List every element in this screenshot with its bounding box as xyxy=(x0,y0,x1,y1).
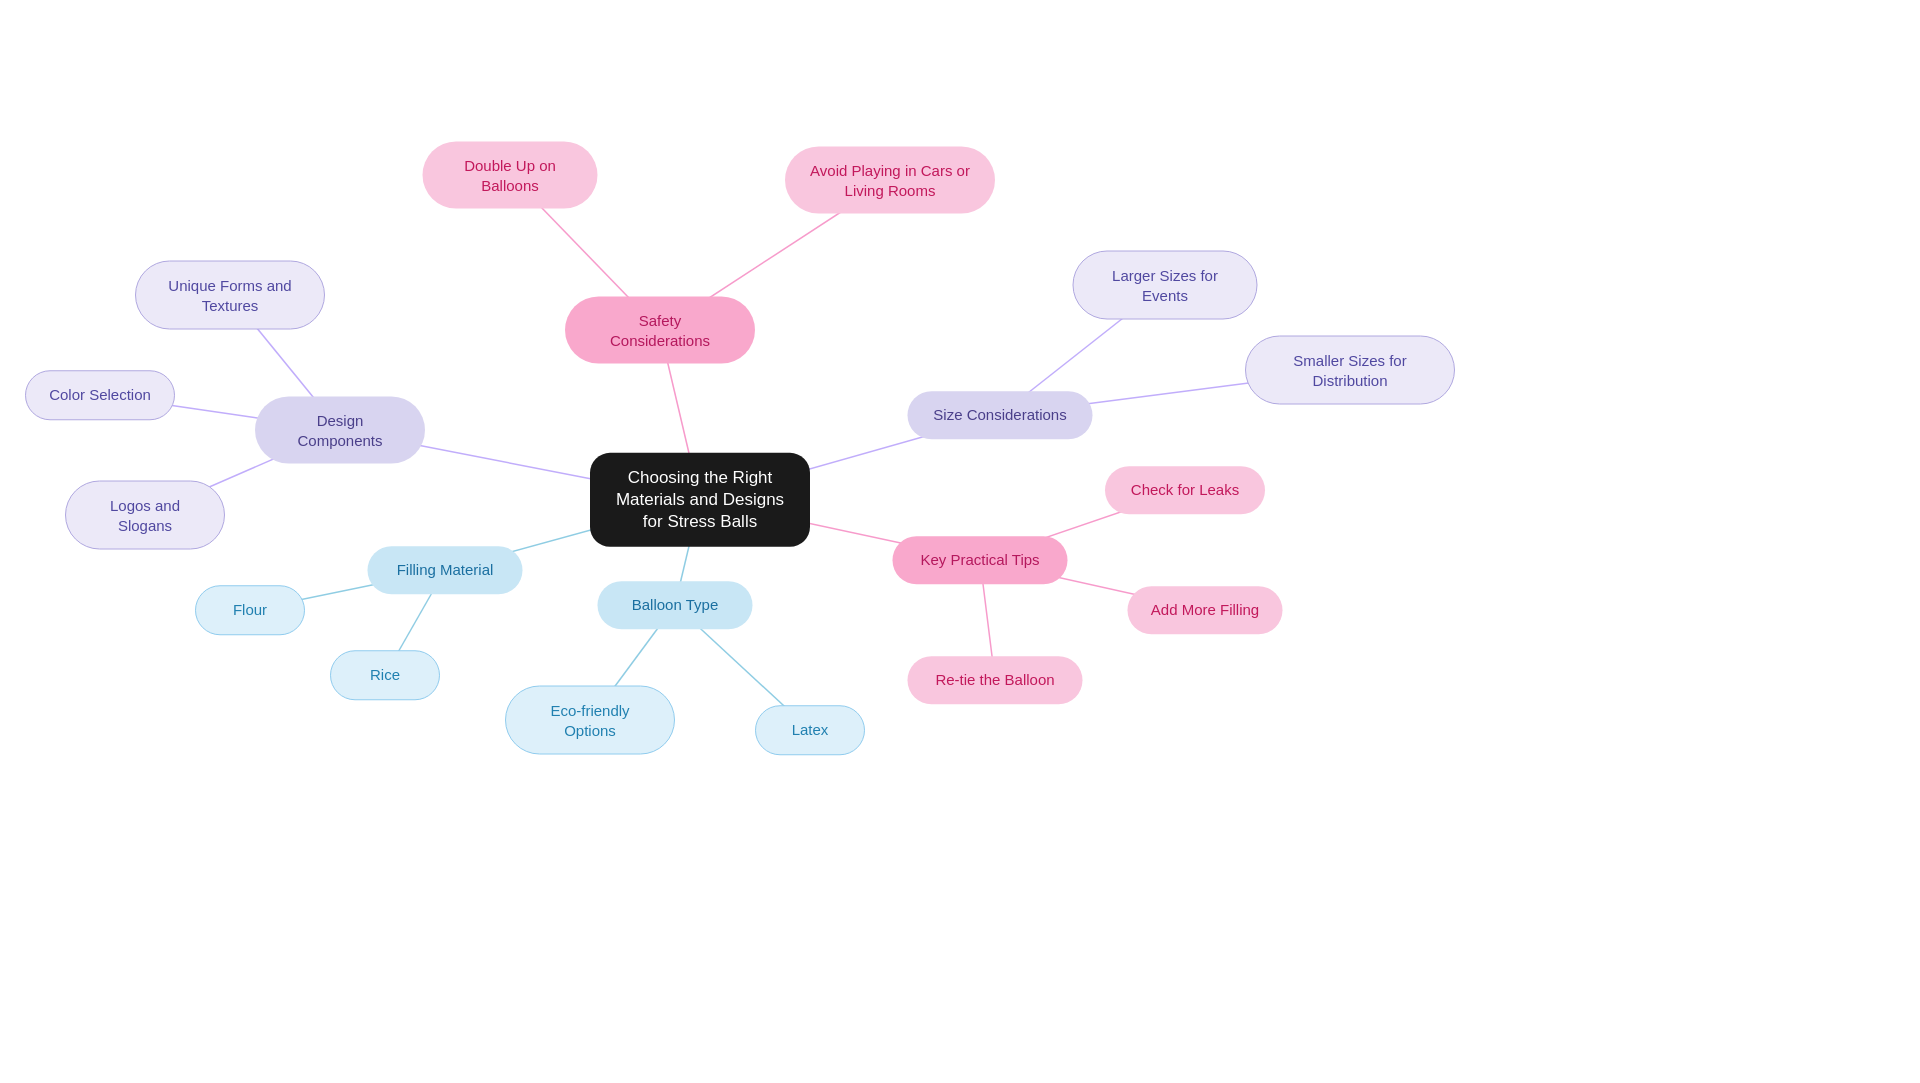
double-up-label: Double Up on Balloons xyxy=(445,156,576,195)
mindmap-container: Choosing the Right Materials and Designs… xyxy=(0,0,1920,1083)
node-larger-events[interactable]: Larger Sizes for Events xyxy=(1073,251,1258,320)
node-check-leaks[interactable]: Check for Leaks xyxy=(1105,466,1265,514)
node-logos-slogans[interactable]: Logos and Slogans xyxy=(65,481,225,550)
design-label: Design Components xyxy=(277,411,403,450)
node-latex[interactable]: Latex xyxy=(755,705,865,755)
check-leaks-label: Check for Leaks xyxy=(1131,480,1239,500)
size-label: Size Considerations xyxy=(933,405,1066,425)
safety-label: Safety Considerations xyxy=(587,311,733,350)
add-filling-label: Add More Filling xyxy=(1151,600,1259,620)
latex-label: Latex xyxy=(792,720,829,740)
flour-label: Flour xyxy=(233,600,267,620)
node-size[interactable]: Size Considerations xyxy=(908,391,1093,439)
filling-label: Filling Material xyxy=(397,560,494,580)
node-avoid-cars[interactable]: Avoid Playing in Cars or Living Rooms xyxy=(785,147,995,214)
color-selection-label: Color Selection xyxy=(49,385,151,405)
node-balloon-type[interactable]: Balloon Type xyxy=(598,581,753,629)
node-safety[interactable]: Safety Considerations xyxy=(565,297,755,364)
node-double-up[interactable]: Double Up on Balloons xyxy=(423,142,598,209)
node-flour[interactable]: Flour xyxy=(195,585,305,635)
smaller-dist-label: Smaller Sizes for Distribution xyxy=(1268,351,1432,390)
unique-forms-label: Unique Forms and Textures xyxy=(158,276,302,315)
logos-slogans-label: Logos and Slogans xyxy=(88,496,202,535)
avoid-cars-label: Avoid Playing in Cars or Living Rooms xyxy=(807,161,973,200)
node-design[interactable]: Design Components xyxy=(255,397,425,464)
center-label: Choosing the Right Materials and Designs… xyxy=(612,467,788,533)
node-key-tips[interactable]: Key Practical Tips xyxy=(893,536,1068,584)
node-eco-friendly[interactable]: Eco-friendly Options xyxy=(505,686,675,755)
balloon-type-label: Balloon Type xyxy=(632,595,718,615)
node-unique-forms[interactable]: Unique Forms and Textures xyxy=(135,261,325,330)
larger-events-label: Larger Sizes for Events xyxy=(1096,266,1235,305)
node-add-filling[interactable]: Add More Filling xyxy=(1128,586,1283,634)
eco-friendly-label: Eco-friendly Options xyxy=(528,701,652,740)
center-node: Choosing the Right Materials and Designs… xyxy=(590,453,810,547)
node-rice[interactable]: Rice xyxy=(330,650,440,700)
node-retie[interactable]: Re-tie the Balloon xyxy=(908,656,1083,704)
retie-label: Re-tie the Balloon xyxy=(935,670,1054,690)
node-filling[interactable]: Filling Material xyxy=(368,546,523,594)
node-color-selection[interactable]: Color Selection xyxy=(25,370,175,420)
rice-label: Rice xyxy=(370,665,400,685)
node-smaller-dist[interactable]: Smaller Sizes for Distribution xyxy=(1245,336,1455,405)
key-tips-label: Key Practical Tips xyxy=(920,550,1039,570)
